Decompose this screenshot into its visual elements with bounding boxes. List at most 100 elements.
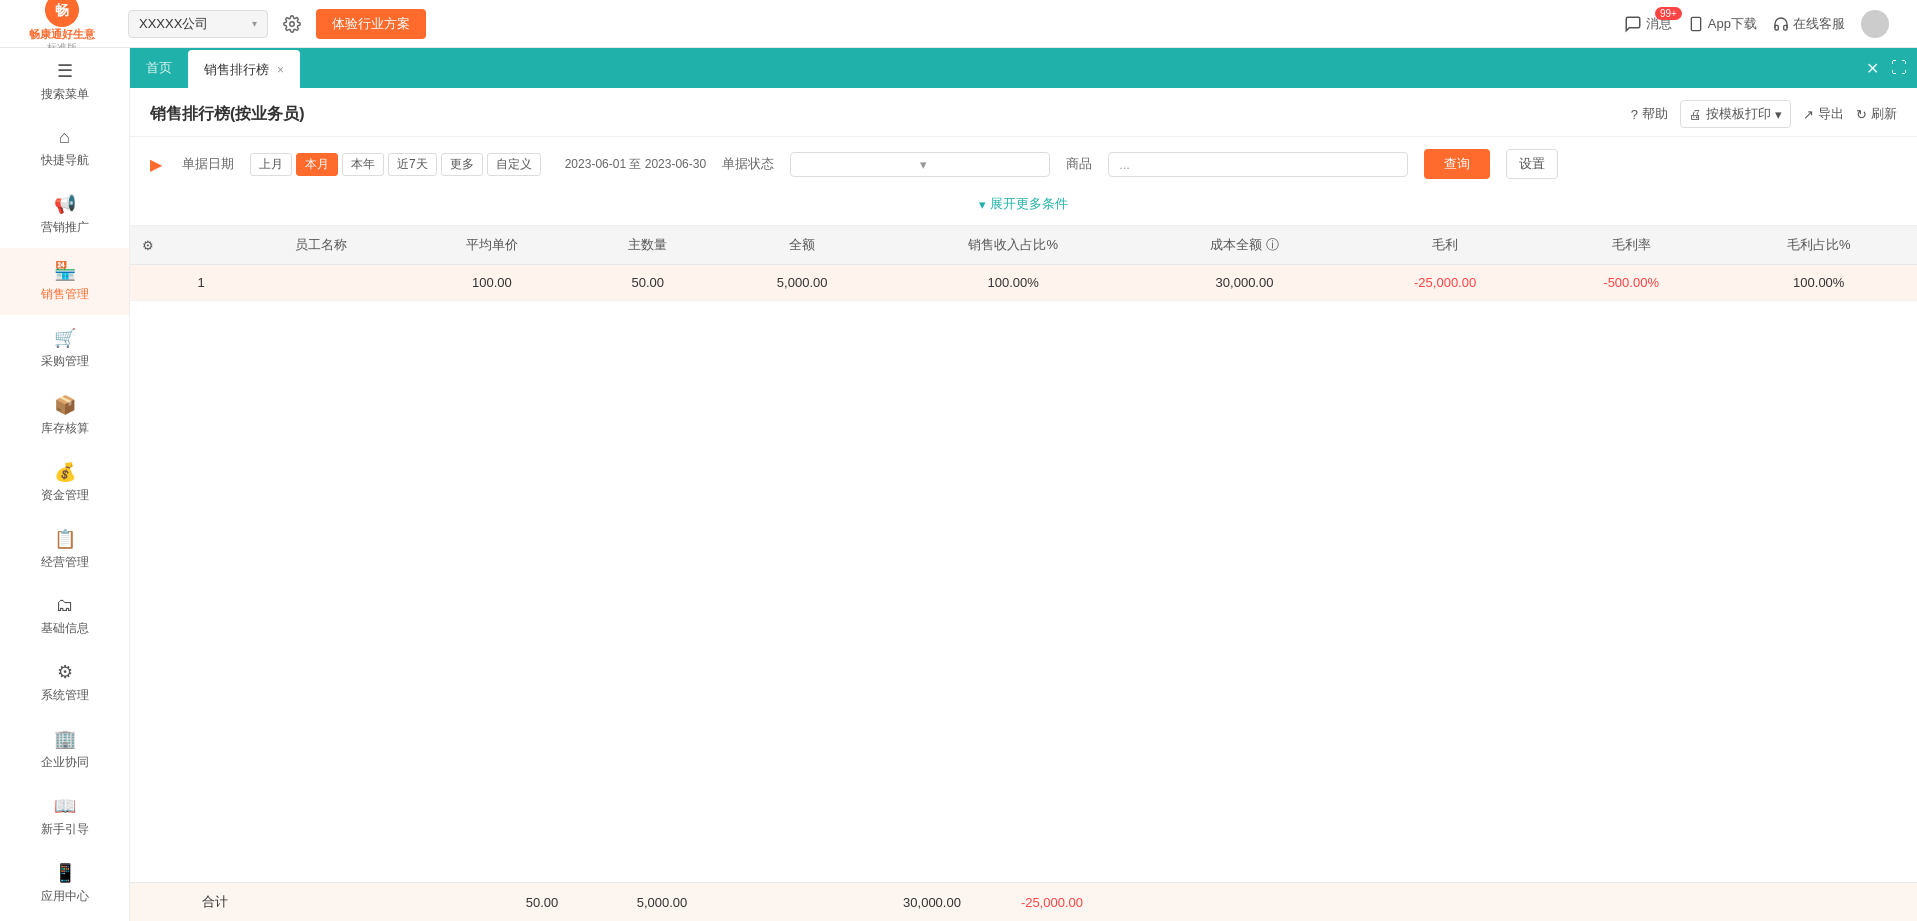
period-year[interactable]: 本年 [342, 153, 384, 176]
online-service-button[interactable]: 在线客服 [1773, 15, 1845, 33]
sidebar-label-purchase: 采购管理 [41, 353, 89, 370]
sidebar-label-enterprise: 企业协同 [41, 754, 89, 771]
footer-total-label: 合计 [142, 893, 362, 911]
period-custom[interactable]: 自定义 [487, 153, 541, 176]
col-header-settings[interactable]: ⚙ [130, 226, 166, 265]
search-menu-icon: ☰ [57, 60, 73, 82]
refresh-label: 刷新 [1871, 105, 1897, 123]
logo-area: 畅 畅康通好生意 标准版 [12, 0, 112, 55]
footer-quantity: 50.00 [482, 895, 602, 910]
expand-more-label: 展开更多条件 [990, 195, 1068, 213]
avatar [1861, 10, 1889, 38]
goods-select[interactable]: ... [1108, 152, 1408, 177]
col-header-gross: 毛利 [1348, 226, 1541, 265]
date-period-buttons: 上月 本月 本年 近7天 更多 自定义 [250, 153, 541, 176]
table-container[interactable]: ⚙ 员工名称 平均单价 主数量 [130, 226, 1917, 882]
chevron-down-icon: ▾ [252, 18, 257, 29]
sidebar: ☰ 搜索菜单 ⌂ 快捷导航 📢 营销推广 🏪 销售管理 🛒 采购管理 📦 库 [0, 48, 130, 921]
refresh-button[interactable]: ↻ 刷新 [1856, 105, 1897, 123]
app-download-button[interactable]: App下载 [1688, 15, 1757, 33]
sidebar-label-basic-info: 基础信息 [41, 620, 89, 637]
sidebar-item-finance[interactable]: 💰 资金管理 [0, 449, 129, 516]
sidebar-item-wechat[interactable]: 💬 企业微信 [0, 917, 129, 921]
main-area: ☰ 搜索菜单 ⌂ 快捷导航 📢 营销推广 🏪 销售管理 🛒 采购管理 📦 库 [0, 48, 1917, 921]
sidebar-item-enterprise[interactable]: 🏢 企业协同 [0, 716, 129, 783]
message-button[interactable]: 消息 99+ [1624, 15, 1672, 33]
sidebar-item-marketing[interactable]: 📢 营销推广 [0, 181, 129, 248]
basic-info-icon: 🗂 [56, 595, 74, 616]
page-header: 销售排行榜(按业务员) ? 帮助 🖨 按模板打印 ▾ ↗ 导出 [130, 88, 1917, 137]
top-bar: 畅 畅康通好生意 标准版 XXXXX公司 ▾ 体验行业方案 消息 99+ [0, 0, 1917, 48]
sidebar-item-operations[interactable]: 📋 经营管理 [0, 516, 129, 583]
settings-set-button[interactable]: 设置 [1506, 149, 1558, 179]
goods-filter-label: 商品 [1066, 155, 1092, 173]
col-header-avg-price: 平均单价 [407, 226, 578, 265]
export-label: 导出 [1818, 105, 1844, 123]
col-header-name: 员工名称 [236, 226, 407, 265]
expand-more-button[interactable]: ▾ 展开更多条件 [979, 195, 1068, 213]
tab-close-window-icon[interactable]: ✕ [1866, 59, 1879, 78]
settings-icon-btn[interactable] [276, 8, 308, 40]
cell-avg-price: 100.00 [407, 265, 578, 301]
finance-icon: 💰 [54, 461, 76, 483]
sidebar-item-purchase[interactable]: 🛒 采购管理 [0, 315, 129, 382]
period-current-month[interactable]: 本月 [296, 153, 338, 176]
footer-gross: -25,000.00 [992, 895, 1112, 910]
cell-gross-pct: 100.00% [1720, 265, 1917, 301]
period-7days[interactable]: 近7天 [388, 153, 437, 176]
tab-sales-ranking[interactable]: 销售排行榜 × [188, 50, 300, 90]
expand-row: ▾ 展开更多条件 [150, 187, 1897, 213]
sidebar-label-inventory: 库存核算 [41, 420, 89, 437]
help-label: 帮助 [1642, 105, 1668, 123]
tab-close-icon[interactable]: × [277, 63, 284, 77]
sidebar-item-search-order[interactable]: ☰ 搜索菜单 [0, 48, 129, 115]
period-more[interactable]: 更多 [441, 153, 483, 176]
company-selector[interactable]: XXXXX公司 ▾ [128, 10, 268, 38]
sidebar-item-app-center[interactable]: 📱 应用中心 [0, 850, 129, 917]
col-header-amount: 全额 [718, 226, 885, 265]
content-area: 首页 销售排行榜 × ✕ ⛶ 销售排行榜(按业务员) ? 帮助 [130, 48, 1917, 921]
col-header-sales-pct: 销售收入占比% [886, 226, 1141, 265]
filter-area: ▶ 单据日期 上月 本月 本年 近7天 更多 自定义 2023-06-01 至 … [130, 137, 1917, 226]
app-download-label: App下载 [1708, 15, 1757, 33]
goods-select-placeholder: ... [1119, 157, 1397, 172]
print-icon: 🖨 [1689, 107, 1702, 122]
tab-bar: 首页 销售排行榜 × ✕ ⛶ [130, 48, 1917, 88]
status-select[interactable]: ▾ [790, 152, 1050, 177]
message-icon [1624, 15, 1642, 33]
cell-settings [130, 265, 166, 301]
tab-maximize-icon[interactable]: ⛶ [1891, 59, 1907, 77]
svg-point-2 [290, 21, 295, 26]
filter-expand-icon[interactable]: ▶ [150, 155, 162, 174]
template-print-button[interactable]: 🖨 按模板打印 ▾ [1680, 100, 1791, 128]
gear-icon [283, 15, 301, 33]
tab-home-label: 首页 [146, 59, 172, 77]
svg-rect-3 [1691, 17, 1700, 30]
sidebar-item-sales[interactable]: 🏪 销售管理 [0, 248, 129, 315]
sidebar-item-inventory[interactable]: 📦 库存核算 [0, 382, 129, 449]
cell-rank: 1 [166, 265, 236, 301]
marketing-icon: 📢 [54, 193, 76, 215]
date-filter-label: 单据日期 [182, 155, 234, 173]
sidebar-item-basic-info[interactable]: 🗂 基础信息 [0, 583, 129, 649]
guide-icon: 📖 [54, 795, 76, 817]
refresh-icon: ↻ [1856, 107, 1867, 122]
period-last-month[interactable]: 上月 [250, 153, 292, 176]
sidebar-item-quick-nav[interactable]: ⌂ 快捷导航 [0, 115, 129, 181]
table-body: 1100.0050.005,000.00100.00%30,000.00-25,… [130, 265, 1917, 301]
template-print-chevron: ▾ [1775, 107, 1782, 122]
help-button[interactable]: ? 帮助 [1631, 105, 1668, 123]
trial-button[interactable]: 体验行业方案 [316, 9, 426, 39]
col-header-gross-pct: 毛利占比% [1720, 226, 1917, 265]
cell-cost: 30,000.00 [1141, 265, 1349, 301]
cell-name [236, 265, 407, 301]
tab-home[interactable]: 首页 [130, 48, 188, 88]
sidebar-item-guide[interactable]: 📖 新手引导 [0, 783, 129, 850]
sidebar-item-system[interactable]: ⚙ 系统管理 [0, 649, 129, 716]
status-filter-label: 单据状态 [722, 155, 774, 173]
date-range-display: 2023-06-01 至 2023-06-30 [565, 156, 706, 173]
export-button[interactable]: ↗ 导出 [1803, 105, 1844, 123]
query-button[interactable]: 查询 [1424, 149, 1490, 179]
table-row: 1100.0050.005,000.00100.00%30,000.00-25,… [130, 265, 1917, 301]
app-wrapper: 畅 畅康通好生意 标准版 XXXXX公司 ▾ 体验行业方案 消息 99+ [0, 0, 1917, 921]
